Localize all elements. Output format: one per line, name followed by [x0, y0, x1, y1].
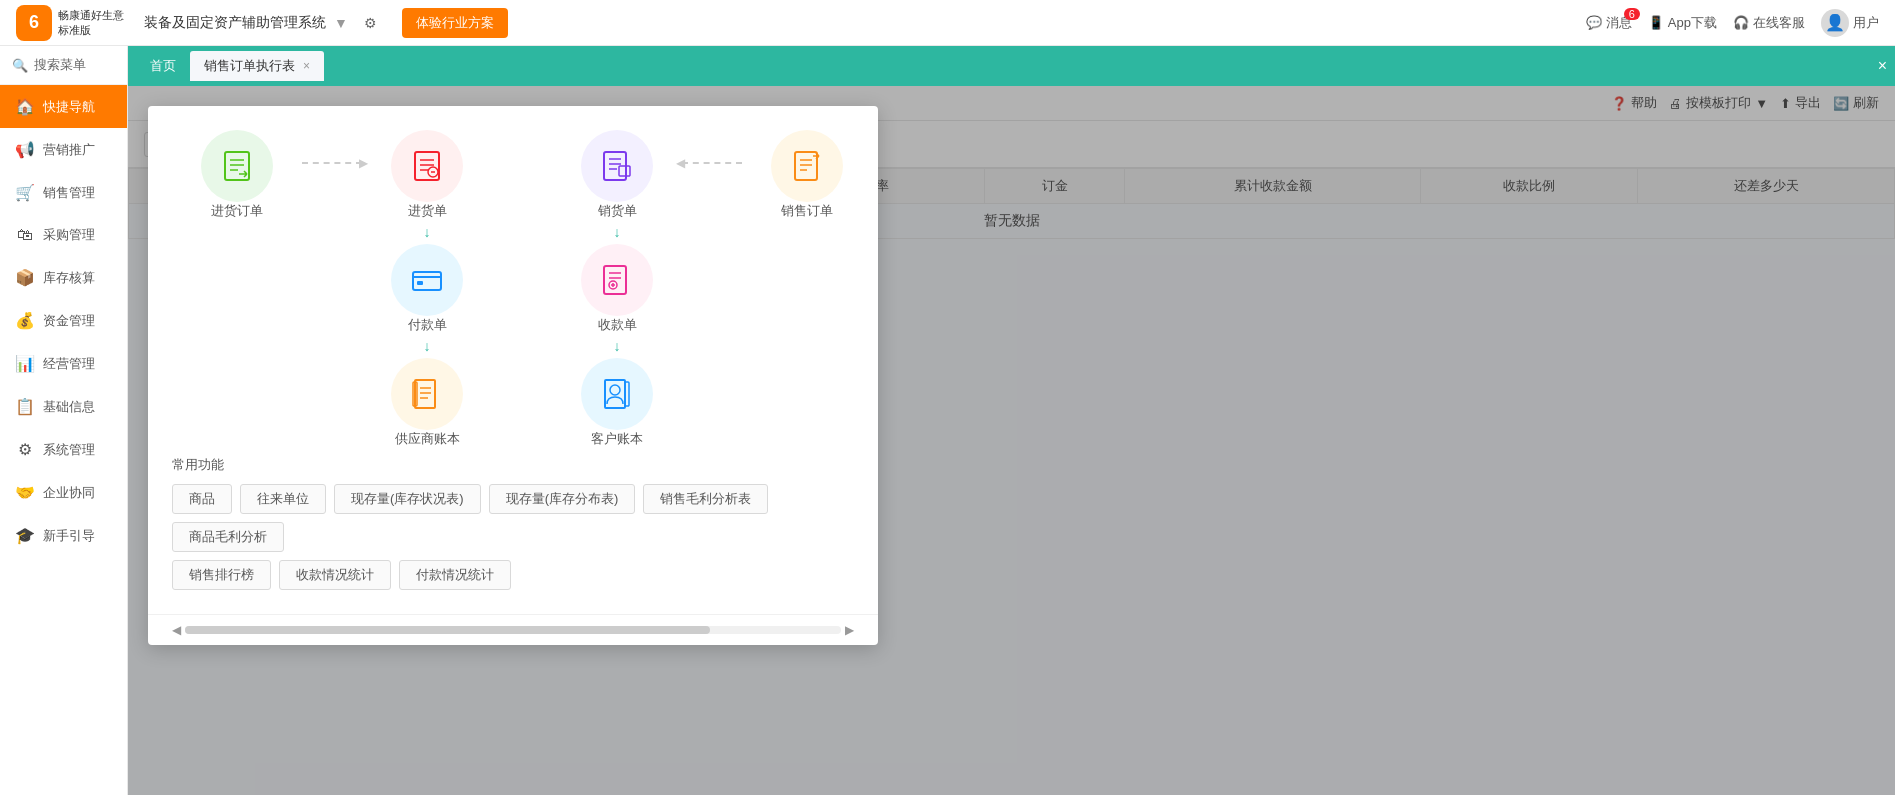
- svg-rect-21: [417, 281, 423, 285]
- func-btn-receipt-stat[interactable]: 收款情况统计: [279, 560, 391, 590]
- inventory-icon: 📦: [15, 268, 35, 287]
- sidebar-item-purchase[interactable]: 🛍 采购管理: [0, 214, 127, 256]
- func-btn-payment-stat[interactable]: 付款情况统计: [399, 560, 511, 590]
- sidebar-item-enterprise[interactable]: 🤝 企业协同: [0, 471, 127, 514]
- sidebar: 🔍 搜索菜单 🏠 快捷导航 📢 营销推广 🛒 销售管理 🛍 采购管理 📦: [0, 46, 128, 795]
- logo-text: 畅康通好生意 标准版: [58, 8, 124, 37]
- logo: 6 畅康通好生意 标准版: [16, 5, 144, 41]
- sidebar-item-guide[interactable]: 🎓 新手引导: [0, 514, 127, 557]
- purchase-bill-label: 进货单: [408, 202, 447, 220]
- modal-overlay: 进货订单 ▶: [128, 86, 1895, 795]
- common-functions: 常用功能 商品 往来单位 现存量(库存状况表) 现存量(库存分布表) 销售毛利分…: [172, 456, 872, 590]
- sales-order-icon[interactable]: [771, 130, 843, 202]
- payment-bill-icon[interactable]: [391, 244, 463, 316]
- logo-icon: 6: [16, 5, 52, 41]
- page-content: ❓ 帮助 🖨 按模板打印 ▼ ⬆ 导出 🔄 刷新: [128, 86, 1895, 795]
- svg-point-35: [610, 385, 620, 395]
- tab-close-icon[interactable]: ×: [303, 59, 310, 73]
- system-title-area: 装备及固定资产辅助管理系统 ▼ ⚙ 体验行业方案: [144, 8, 1586, 38]
- receipt-bill-label: 收款单: [598, 316, 637, 334]
- func-btn-sales-rank[interactable]: 销售排行榜: [172, 560, 271, 590]
- scroll-thumb: [185, 626, 710, 634]
- gear-icon[interactable]: ⚙: [356, 8, 386, 38]
- search-menu-button[interactable]: 🔍 搜索菜单: [0, 46, 127, 85]
- sales-order-label: 销售订单: [781, 202, 833, 220]
- func-btn-stock-dist[interactable]: 现存量(库存分布表): [489, 484, 636, 514]
- func-btn-sales-gross[interactable]: 销售毛利分析表: [643, 484, 768, 514]
- payment-bill-label: 付款单: [408, 316, 447, 334]
- system-icon: ⚙: [15, 440, 35, 459]
- marketing-icon: 📢: [15, 140, 35, 159]
- sidebar-item-system[interactable]: ⚙ 系统管理: [0, 428, 127, 471]
- guide-icon: 🎓: [15, 526, 35, 545]
- purchase-order-icon[interactable]: [201, 130, 273, 202]
- receipt-bill-icon[interactable]: [581, 244, 653, 316]
- scroll-right-icon[interactable]: ▶: [845, 623, 854, 637]
- sidebar-item-basic[interactable]: 📋 基础信息: [0, 385, 127, 428]
- supplier-ledger-label: 供应商账本: [395, 430, 460, 448]
- operation-icon: 📊: [15, 354, 35, 373]
- finance-icon: 💰: [15, 311, 35, 330]
- download-icon: 📱: [1648, 15, 1664, 30]
- customer-ledger-icon[interactable]: [581, 358, 653, 430]
- scroll-left-icon[interactable]: ◀: [172, 623, 181, 637]
- func-buttons-row2: 销售排行榜 收款情况统计 付款情况统计: [172, 560, 872, 590]
- modal-dialog: 进货订单 ▶: [148, 106, 878, 645]
- content-area: 首页 销售订单执行表 × × ❓ 帮助 🖨: [128, 46, 1895, 795]
- search-icon: 🔍: [12, 58, 28, 73]
- svg-rect-19: [413, 272, 441, 290]
- sales-bill-icon[interactable]: [581, 130, 653, 202]
- app-download-button[interactable]: 📱 App下载: [1648, 14, 1717, 32]
- message-badge: 6: [1624, 8, 1640, 20]
- online-service-button[interactable]: 🎧 在线客服: [1733, 14, 1805, 32]
- func-btn-partner[interactable]: 往来单位: [240, 484, 326, 514]
- tab-bar: 首页 销售订单执行表 × ×: [128, 46, 1895, 86]
- func-btn-stock-status[interactable]: 现存量(库存状况表): [334, 484, 481, 514]
- tab-current[interactable]: 销售订单执行表 ×: [190, 51, 324, 81]
- experience-button[interactable]: 体验行业方案: [402, 8, 508, 38]
- svg-rect-28: [415, 380, 435, 408]
- avatar: 👤: [1821, 9, 1849, 37]
- sidebar-item-sales[interactable]: 🛒 销售管理: [0, 171, 127, 214]
- purchase-bill-icon[interactable]: [391, 130, 463, 202]
- svg-rect-34: [625, 382, 629, 406]
- system-title: 装备及固定资产辅助管理系统: [144, 14, 326, 32]
- home-icon: 🏠: [15, 97, 35, 116]
- svg-rect-22: [604, 266, 626, 294]
- purchase-icon: 🛍: [15, 226, 35, 244]
- func-btn-goods-gross[interactable]: 商品毛利分析: [172, 522, 284, 552]
- common-functions-title: 常用功能: [172, 456, 872, 474]
- func-btn-goods[interactable]: 商品: [172, 484, 232, 514]
- sidebar-item-finance[interactable]: 💰 资金管理: [0, 299, 127, 342]
- top-right-area: 💬 消息 6 📱 App下载 🎧 在线客服 👤 用户: [1586, 9, 1879, 37]
- sales-bill-label: 销货单: [598, 202, 637, 220]
- sidebar-item-inventory[interactable]: 📦 库存核算: [0, 256, 127, 299]
- basic-icon: 📋: [15, 397, 35, 416]
- user-button[interactable]: 👤 用户: [1821, 9, 1879, 37]
- modal-scrollbar: ◀ ▶: [148, 614, 878, 645]
- scroll-track[interactable]: [185, 626, 841, 634]
- dropdown-arrow-icon[interactable]: ▼: [334, 15, 348, 31]
- supplier-ledger-icon[interactable]: [391, 358, 463, 430]
- svg-rect-33: [605, 380, 625, 408]
- sidebar-item-operation[interactable]: 📊 经营管理: [0, 342, 127, 385]
- message-icon: 💬: [1586, 15, 1602, 30]
- message-button[interactable]: 💬 消息 6: [1586, 14, 1632, 32]
- enterprise-icon: 🤝: [15, 483, 35, 502]
- func-buttons-row1: 商品 往来单位 现存量(库存状况表) 现存量(库存分布表) 销售毛利分析表 商品…: [172, 484, 872, 552]
- tab-home[interactable]: 首页: [136, 51, 190, 81]
- tab-close-all-icon[interactable]: ×: [1878, 57, 1887, 75]
- service-icon: 🎧: [1733, 15, 1749, 30]
- sales-icon: 🛒: [15, 183, 35, 202]
- sidebar-item-marketing[interactable]: 📢 营销推广: [0, 128, 127, 171]
- sidebar-item-quick-nav[interactable]: 🏠 快捷导航: [0, 85, 127, 128]
- svg-rect-14: [619, 166, 630, 176]
- purchase-order-label: 进货订单: [211, 202, 263, 220]
- customer-ledger-label: 客户账本: [591, 430, 643, 448]
